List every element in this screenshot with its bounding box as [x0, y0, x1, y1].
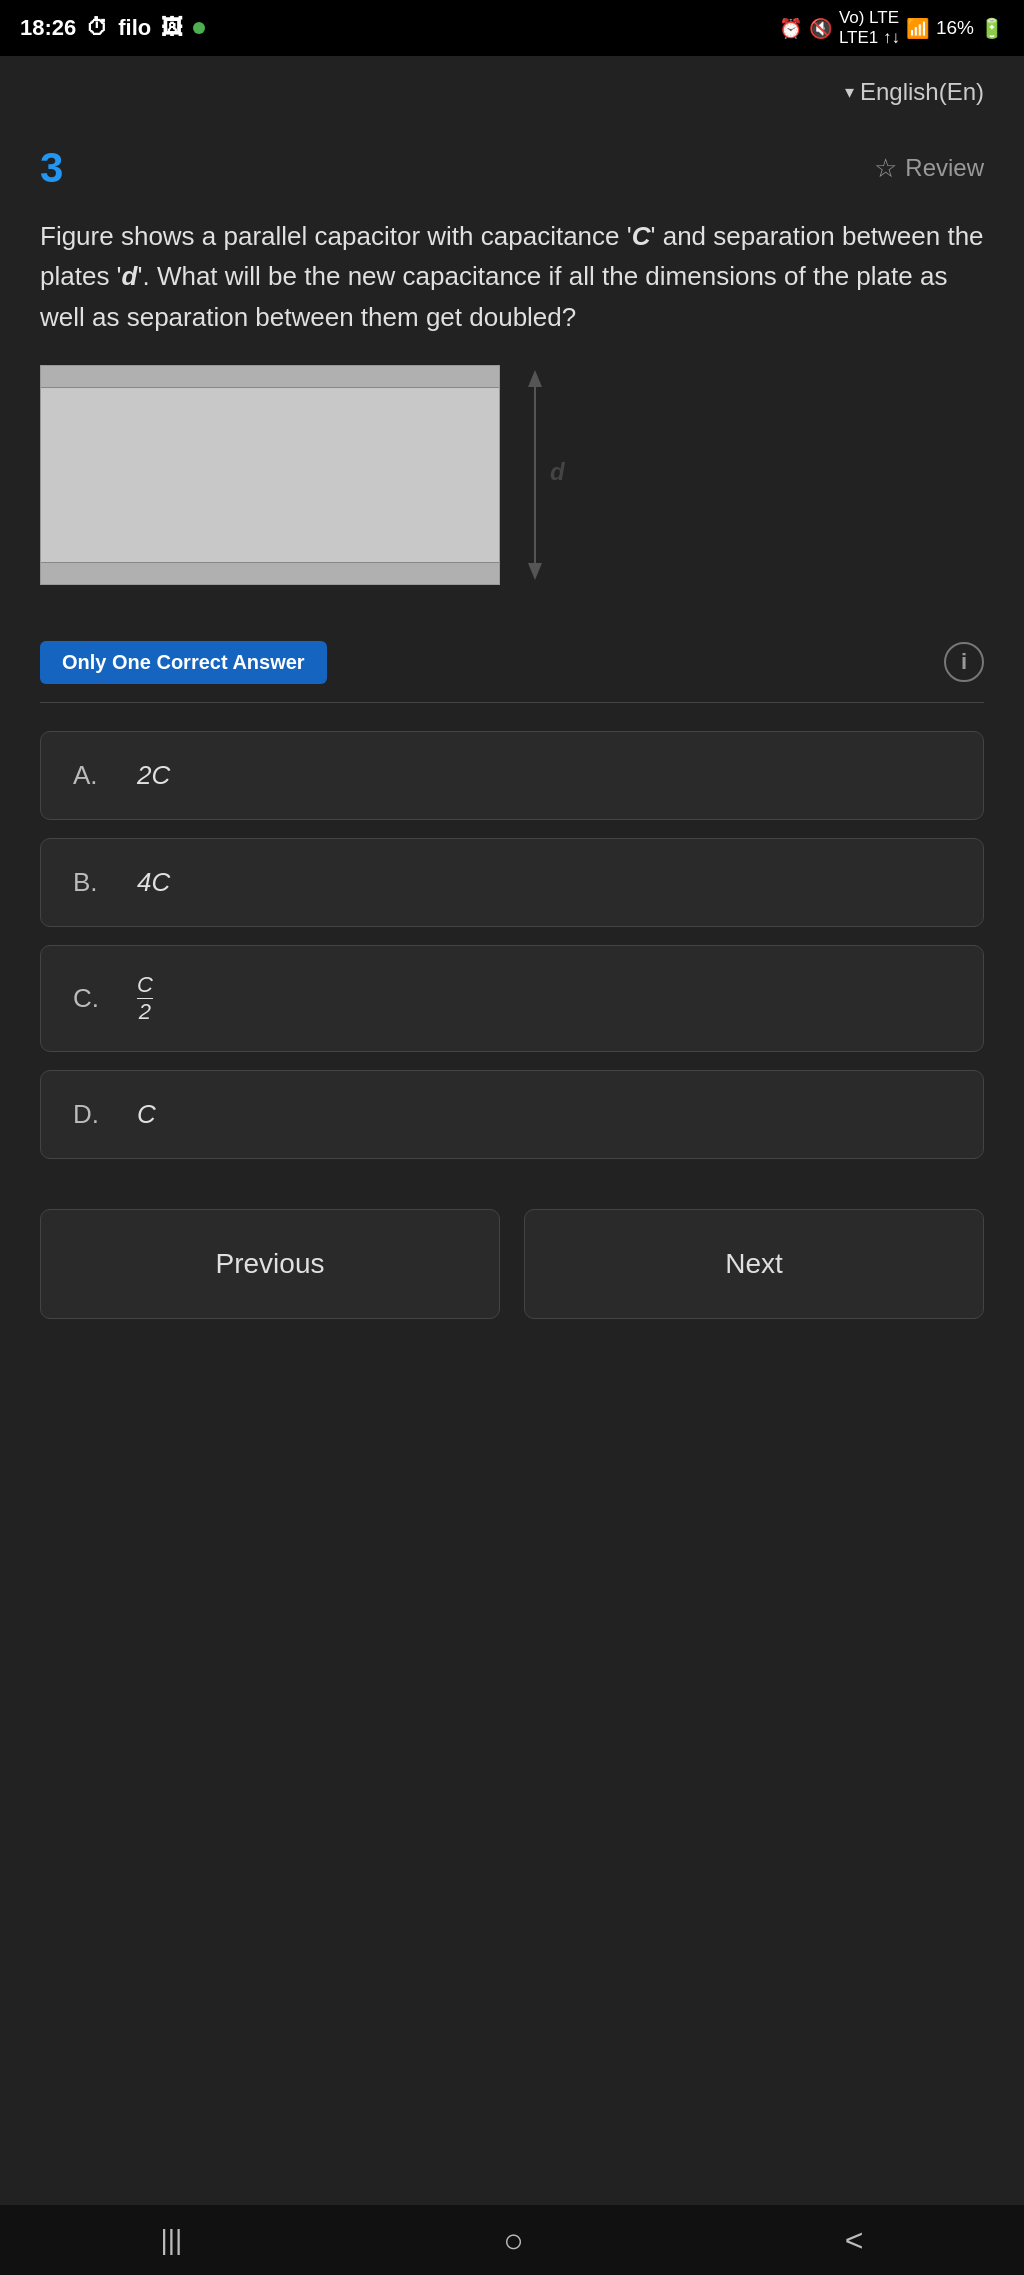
status-icon-timer: ⏱ — [86, 15, 108, 41]
mute-icon: 🔇 — [809, 17, 833, 40]
question-number: 3 — [40, 144, 63, 192]
main-content: ▾ English(En) 3 ☆ Review Figure shows a … — [0, 56, 1024, 2205]
option-d[interactable]: D. C — [40, 1070, 984, 1159]
capacitor-diagram-container: d — [40, 365, 984, 609]
review-label: Review — [905, 154, 984, 182]
battery-text: 16% — [936, 17, 974, 39]
home-icon[interactable]: ○ — [473, 2211, 554, 2270]
answer-type-badge: Only One Correct Answer — [40, 641, 327, 684]
status-app-name: filo — [118, 15, 151, 41]
status-icon-image: 🖼 — [161, 15, 183, 41]
option-b[interactable]: B. 4C — [40, 838, 984, 927]
question-text: Figure shows a parallel capacitor with c… — [40, 216, 984, 337]
alarm-icon: ⏰ — [779, 17, 803, 40]
language-selector[interactable]: ▾ English(En) — [40, 56, 984, 116]
option-b-text: 4C — [137, 867, 170, 898]
option-c-text: C 2 — [137, 974, 153, 1023]
info-icon[interactable]: i — [944, 642, 984, 682]
status-dot — [193, 22, 205, 34]
divider — [40, 702, 984, 703]
option-c-letter: C. — [73, 983, 113, 1014]
signal-text: Vo) LTELTE1 ↑↓ — [839, 8, 900, 48]
status-time: 18:26 — [20, 15, 76, 41]
option-a-text: 2C — [137, 760, 170, 791]
previous-button[interactable]: Previous — [40, 1209, 500, 1319]
status-right: ⏰ 🔇 Vo) LTELTE1 ↑↓ 📶 16% 🔋 — [779, 8, 1004, 48]
option-d-letter: D. — [73, 1099, 113, 1130]
answer-type-row: Only One Correct Answer i — [40, 641, 984, 684]
option-c[interactable]: C. C 2 — [40, 945, 984, 1052]
signal-bars-icon: 📶 — [906, 17, 930, 40]
menu-icon[interactable]: ||| — [130, 2214, 212, 2266]
option-a[interactable]: A. 2C — [40, 731, 984, 820]
options-list: A. 2C B. 4C C. C 2 D. C — [40, 731, 984, 1159]
status-bar: 18:26 ⏱ filo 🖼 ⏰ 🔇 Vo) LTELTE1 ↑↓ 📶 16% … — [0, 0, 1024, 56]
back-icon[interactable]: < — [815, 2212, 894, 2269]
question-header: 3 ☆ Review — [40, 144, 984, 192]
option-b-letter: B. — [73, 867, 113, 898]
language-label: English(En) — [860, 78, 984, 106]
nav-buttons: Previous Next — [40, 1209, 984, 1319]
status-left: 18:26 ⏱ filo 🖼 — [20, 15, 205, 41]
option-d-text: C — [137, 1099, 156, 1130]
svg-marker-2 — [528, 563, 542, 580]
star-icon: ☆ — [874, 153, 897, 184]
chevron-down-icon: ▾ — [845, 81, 854, 103]
review-button[interactable]: ☆ Review — [874, 153, 984, 184]
next-button[interactable]: Next — [524, 1209, 984, 1319]
bottom-nav-bar: ||| ○ < — [0, 2205, 1024, 2275]
option-a-letter: A. — [73, 760, 113, 791]
svg-marker-1 — [528, 370, 542, 387]
svg-text:d: d — [550, 458, 566, 485]
battery-icon: 🔋 — [980, 17, 1004, 40]
